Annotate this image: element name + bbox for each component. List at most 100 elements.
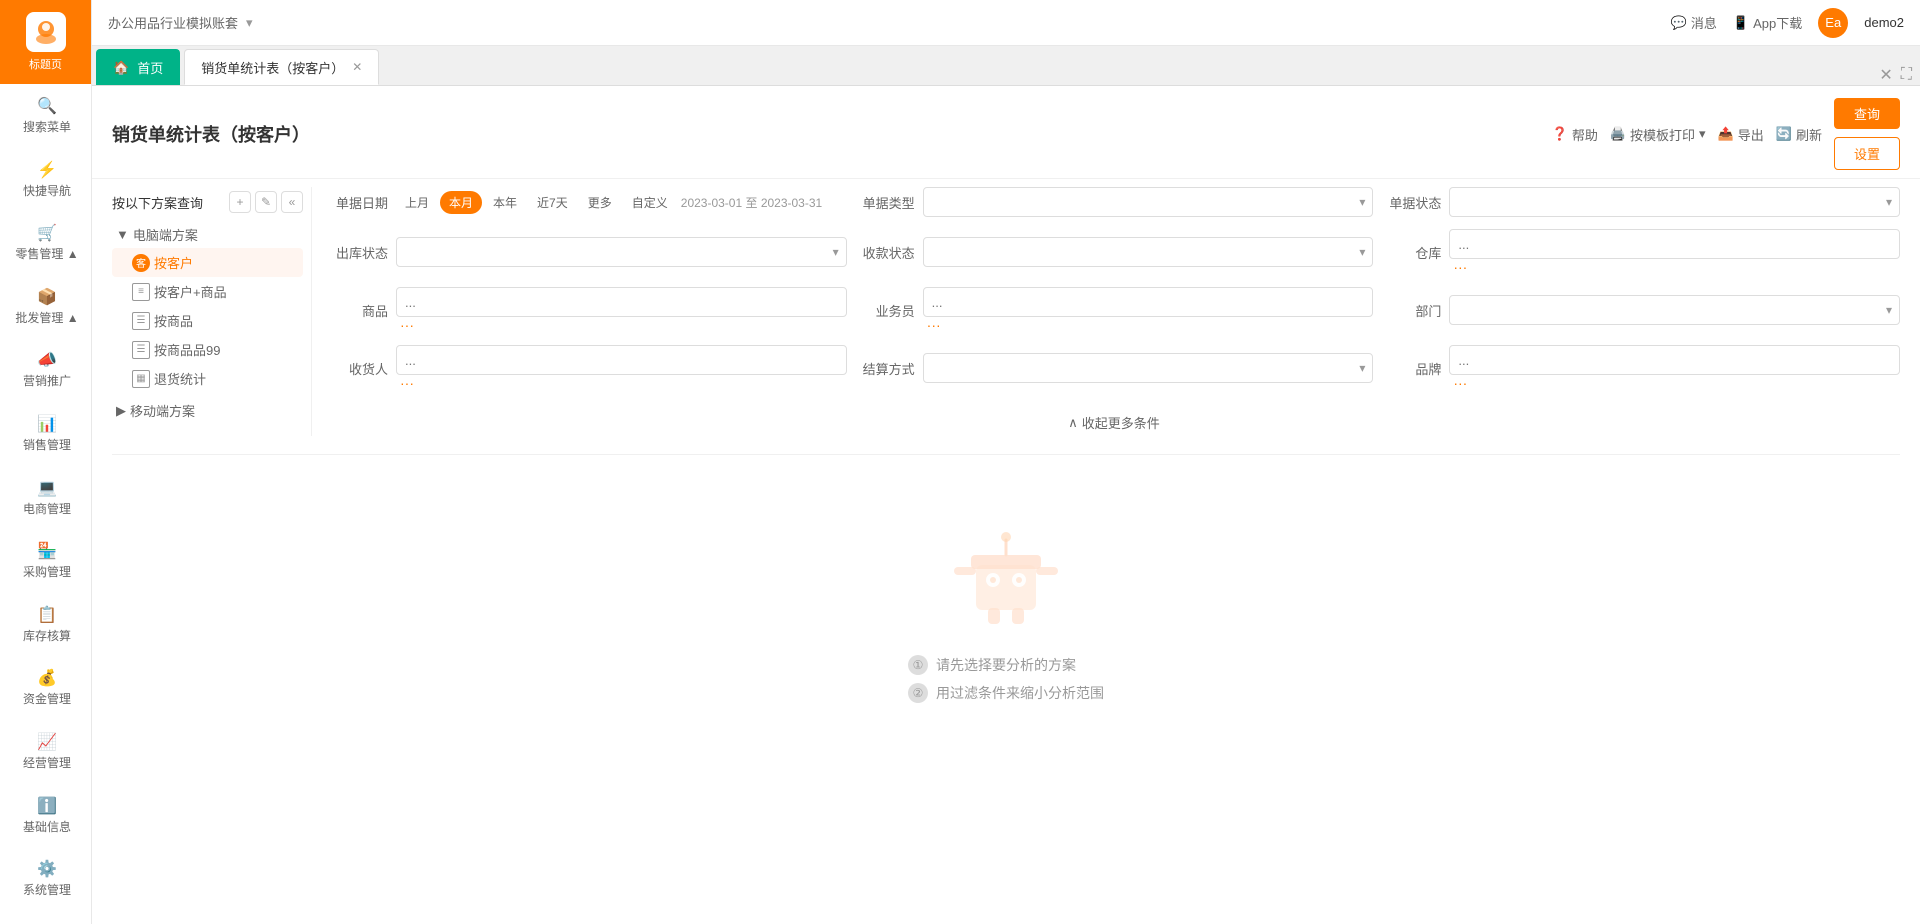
scheme-item-label: 按客户+商品 xyxy=(154,282,227,301)
window-close-button[interactable]: ✕ xyxy=(1879,65,1892,85)
salesperson-input[interactable] xyxy=(923,287,1374,317)
tab-home[interactable]: 🏠 首页 xyxy=(96,49,180,85)
sidebar-item-label: 资金管理 xyxy=(23,692,71,708)
help-button[interactable]: ❓ 帮助 xyxy=(1552,125,1598,144)
avatar-initials: Ea xyxy=(1825,15,1841,30)
receipt-status-select[interactable] xyxy=(923,237,1374,267)
scheme-item-by-customer-goods[interactable]: ≡ 按客户+商品 xyxy=(112,277,303,306)
sidebar-item-retail[interactable]: 🛒 零售管理 ▲ xyxy=(0,211,91,275)
sidebar-item-sales[interactable]: 📊 销售管理 xyxy=(0,402,91,466)
salesperson-control: ··· xyxy=(923,287,1374,333)
receiver-input[interactable] xyxy=(396,345,847,375)
filter-row-4: 收货人 ··· 结算方式 xyxy=(328,345,1900,391)
sidebar-item-finance[interactable]: 💰 资金管理 xyxy=(0,656,91,720)
print-icon: 🖨️ xyxy=(1610,126,1626,142)
date-tab-last-month[interactable]: 上月 xyxy=(396,191,438,214)
username[interactable]: demo2 xyxy=(1864,15,1904,30)
brand-ellipsis[interactable]: ··· xyxy=(1449,375,1471,391)
scheme-item-by-customer[interactable]: 客 按客户 xyxy=(112,248,303,277)
doc-type-select[interactable] xyxy=(923,187,1374,217)
sidebar-item-marketing[interactable]: 📣 营销推广 xyxy=(0,338,91,402)
filter-row-1: 单据日期 上月 本月 本年 近7天 更多 自定义 20 xyxy=(328,187,1900,217)
sidebar-item-operations[interactable]: 📈 经营管理 xyxy=(0,720,91,784)
settlement-wrapper xyxy=(923,353,1374,383)
dept-wrapper xyxy=(1449,295,1900,325)
sidebar-item-purchase[interactable]: 🏪 采购管理 xyxy=(0,529,91,593)
filter-dept: 部门 xyxy=(1381,295,1900,325)
sidebar-item-wholesale[interactable]: 📦 批发管理 ▲ xyxy=(0,275,91,339)
table-icon: ☰ xyxy=(132,312,150,330)
tab-close-button[interactable]: ✕ xyxy=(352,60,362,74)
sidebar-item-enterprise[interactable]: 🤝 企业协同 xyxy=(0,911,91,924)
tab-bar: 🏠 首页 销货单统计表（按客户） ✕ ✕ ⛶ xyxy=(92,46,1920,86)
date-tab-this-year[interactable]: 本年 xyxy=(484,191,526,214)
tip-num-1: ① xyxy=(908,655,928,675)
scheme-panel: 按以下方案查询 + ✎ « ▼ 电脑端方案 xyxy=(112,187,312,436)
sidebar-item-inventory[interactable]: 📋 库存核算 xyxy=(0,593,91,657)
out-status-select[interactable] xyxy=(396,237,847,267)
sidebar-item-label: 经营管理 xyxy=(23,756,71,772)
salesperson-ellipsis[interactable]: ··· xyxy=(923,317,945,333)
settings-button[interactable]: 设置 xyxy=(1834,137,1900,170)
scheme-edit-button[interactable]: ✎ xyxy=(255,191,277,213)
refresh-button[interactable]: 🔄 刷新 xyxy=(1776,125,1822,144)
basic-icon: ℹ️ xyxy=(37,796,57,816)
header-right: 💬 消息 📱 App下载 Ea demo2 xyxy=(1671,8,1904,38)
sidebar-logo[interactable]: 标题页 xyxy=(0,0,91,84)
receiver-ellipsis[interactable]: ··· xyxy=(396,375,418,391)
date-tab-more[interactable]: 更多 xyxy=(579,191,621,214)
date-tab-custom[interactable]: 自定义 xyxy=(623,191,677,214)
scheme-item-by-goods-99[interactable]: ☰ 按商品品99 xyxy=(112,335,303,364)
tab-report[interactable]: 销货单统计表（按客户） ✕ xyxy=(184,49,379,85)
sidebar-item-basic[interactable]: ℹ️ 基础信息 xyxy=(0,784,91,848)
window-maximize-button[interactable]: ⛶ xyxy=(1901,66,1912,84)
sidebar-nav: 🔍 搜索菜单 ⚡ 快捷导航 🛒 零售管理 ▲ 📦 批发管理 ▲ 📣 营销推广 📊… xyxy=(0,84,91,924)
goods-ellipsis[interactable]: ··· xyxy=(396,317,418,333)
collapse-filter-button[interactable]: ∧ 收起更多条件 xyxy=(1068,407,1160,438)
logo-icon xyxy=(26,12,66,52)
brand-input[interactable] xyxy=(1449,345,1900,375)
filter-receipt-status: 收款状态 xyxy=(855,237,1374,267)
query-button[interactable]: 查询 xyxy=(1834,98,1900,129)
user-avatar[interactable]: Ea xyxy=(1818,8,1848,38)
action-buttons: 查询 设置 xyxy=(1834,98,1900,170)
dept-select[interactable] xyxy=(1449,295,1900,325)
print-button[interactable]: 🖨️ 按模板打印 ▾ xyxy=(1610,125,1706,144)
scheme-group-desktop-toggle[interactable]: ▼ 电脑端方案 xyxy=(112,221,303,248)
sidebar-item-search[interactable]: 🔍 搜索菜单 xyxy=(0,84,91,148)
system-icon: ⚙️ xyxy=(37,859,57,879)
export-icon: 📤 xyxy=(1718,126,1734,142)
scheme-group-mobile-toggle[interactable]: ▶ 移动端方案 xyxy=(112,397,303,424)
sidebar-item-ecommerce[interactable]: 💻 电商管理 xyxy=(0,466,91,530)
warehouse-input[interactable] xyxy=(1449,229,1900,259)
scheme-item-by-goods[interactable]: ☰ 按商品 xyxy=(112,306,303,335)
dept-label: 部门 xyxy=(1381,301,1441,320)
doc-type-wrapper xyxy=(923,187,1374,217)
doc-status-select[interactable] xyxy=(1449,187,1900,217)
message-label: 消息 xyxy=(1691,13,1717,32)
breadcrumb-arrow[interactable]: ▾ xyxy=(246,15,253,31)
sidebar-item-label: 搜索菜单 xyxy=(23,120,71,136)
export-button[interactable]: 📤 导出 xyxy=(1718,125,1764,144)
scheme-add-button[interactable]: + xyxy=(229,191,251,213)
goods-input[interactable] xyxy=(396,287,847,317)
brand-label: 品牌 xyxy=(1381,359,1441,378)
header-left: 办公用品行业模拟账套 ▾ xyxy=(108,13,253,32)
sidebar-item-system[interactable]: ⚙️ 系统管理 xyxy=(0,847,91,911)
date-tab-this-month[interactable]: 本月 xyxy=(440,191,482,214)
collapse-label: 收起更多条件 xyxy=(1082,413,1160,432)
date-tab-7days[interactable]: 近7天 xyxy=(528,191,577,214)
scheme-header-buttons: + ✎ « xyxy=(229,191,303,213)
sidebar-item-shortcut[interactable]: ⚡ 快捷导航 xyxy=(0,148,91,212)
scheme-item-return-stats[interactable]: ▦ 退货统计 xyxy=(112,364,303,393)
app-download-button[interactable]: 📱 App下载 xyxy=(1733,13,1802,32)
scheme-collapse-button[interactable]: « xyxy=(281,191,303,213)
receiver-label: 收货人 xyxy=(328,359,388,378)
sales-icon: 📊 xyxy=(37,414,57,434)
filter-warehouse: 仓库 ··· xyxy=(1381,229,1900,275)
warehouse-ellipsis[interactable]: ··· xyxy=(1449,259,1471,275)
message-button[interactable]: 💬 消息 xyxy=(1671,13,1717,32)
settlement-select[interactable] xyxy=(923,353,1374,383)
top-header: 办公用品行业模拟账套 ▾ 💬 消息 📱 App下载 Ea demo2 xyxy=(92,0,1920,46)
filter-date: 单据日期 上月 本月 本年 近7天 更多 自定义 20 xyxy=(328,191,847,214)
